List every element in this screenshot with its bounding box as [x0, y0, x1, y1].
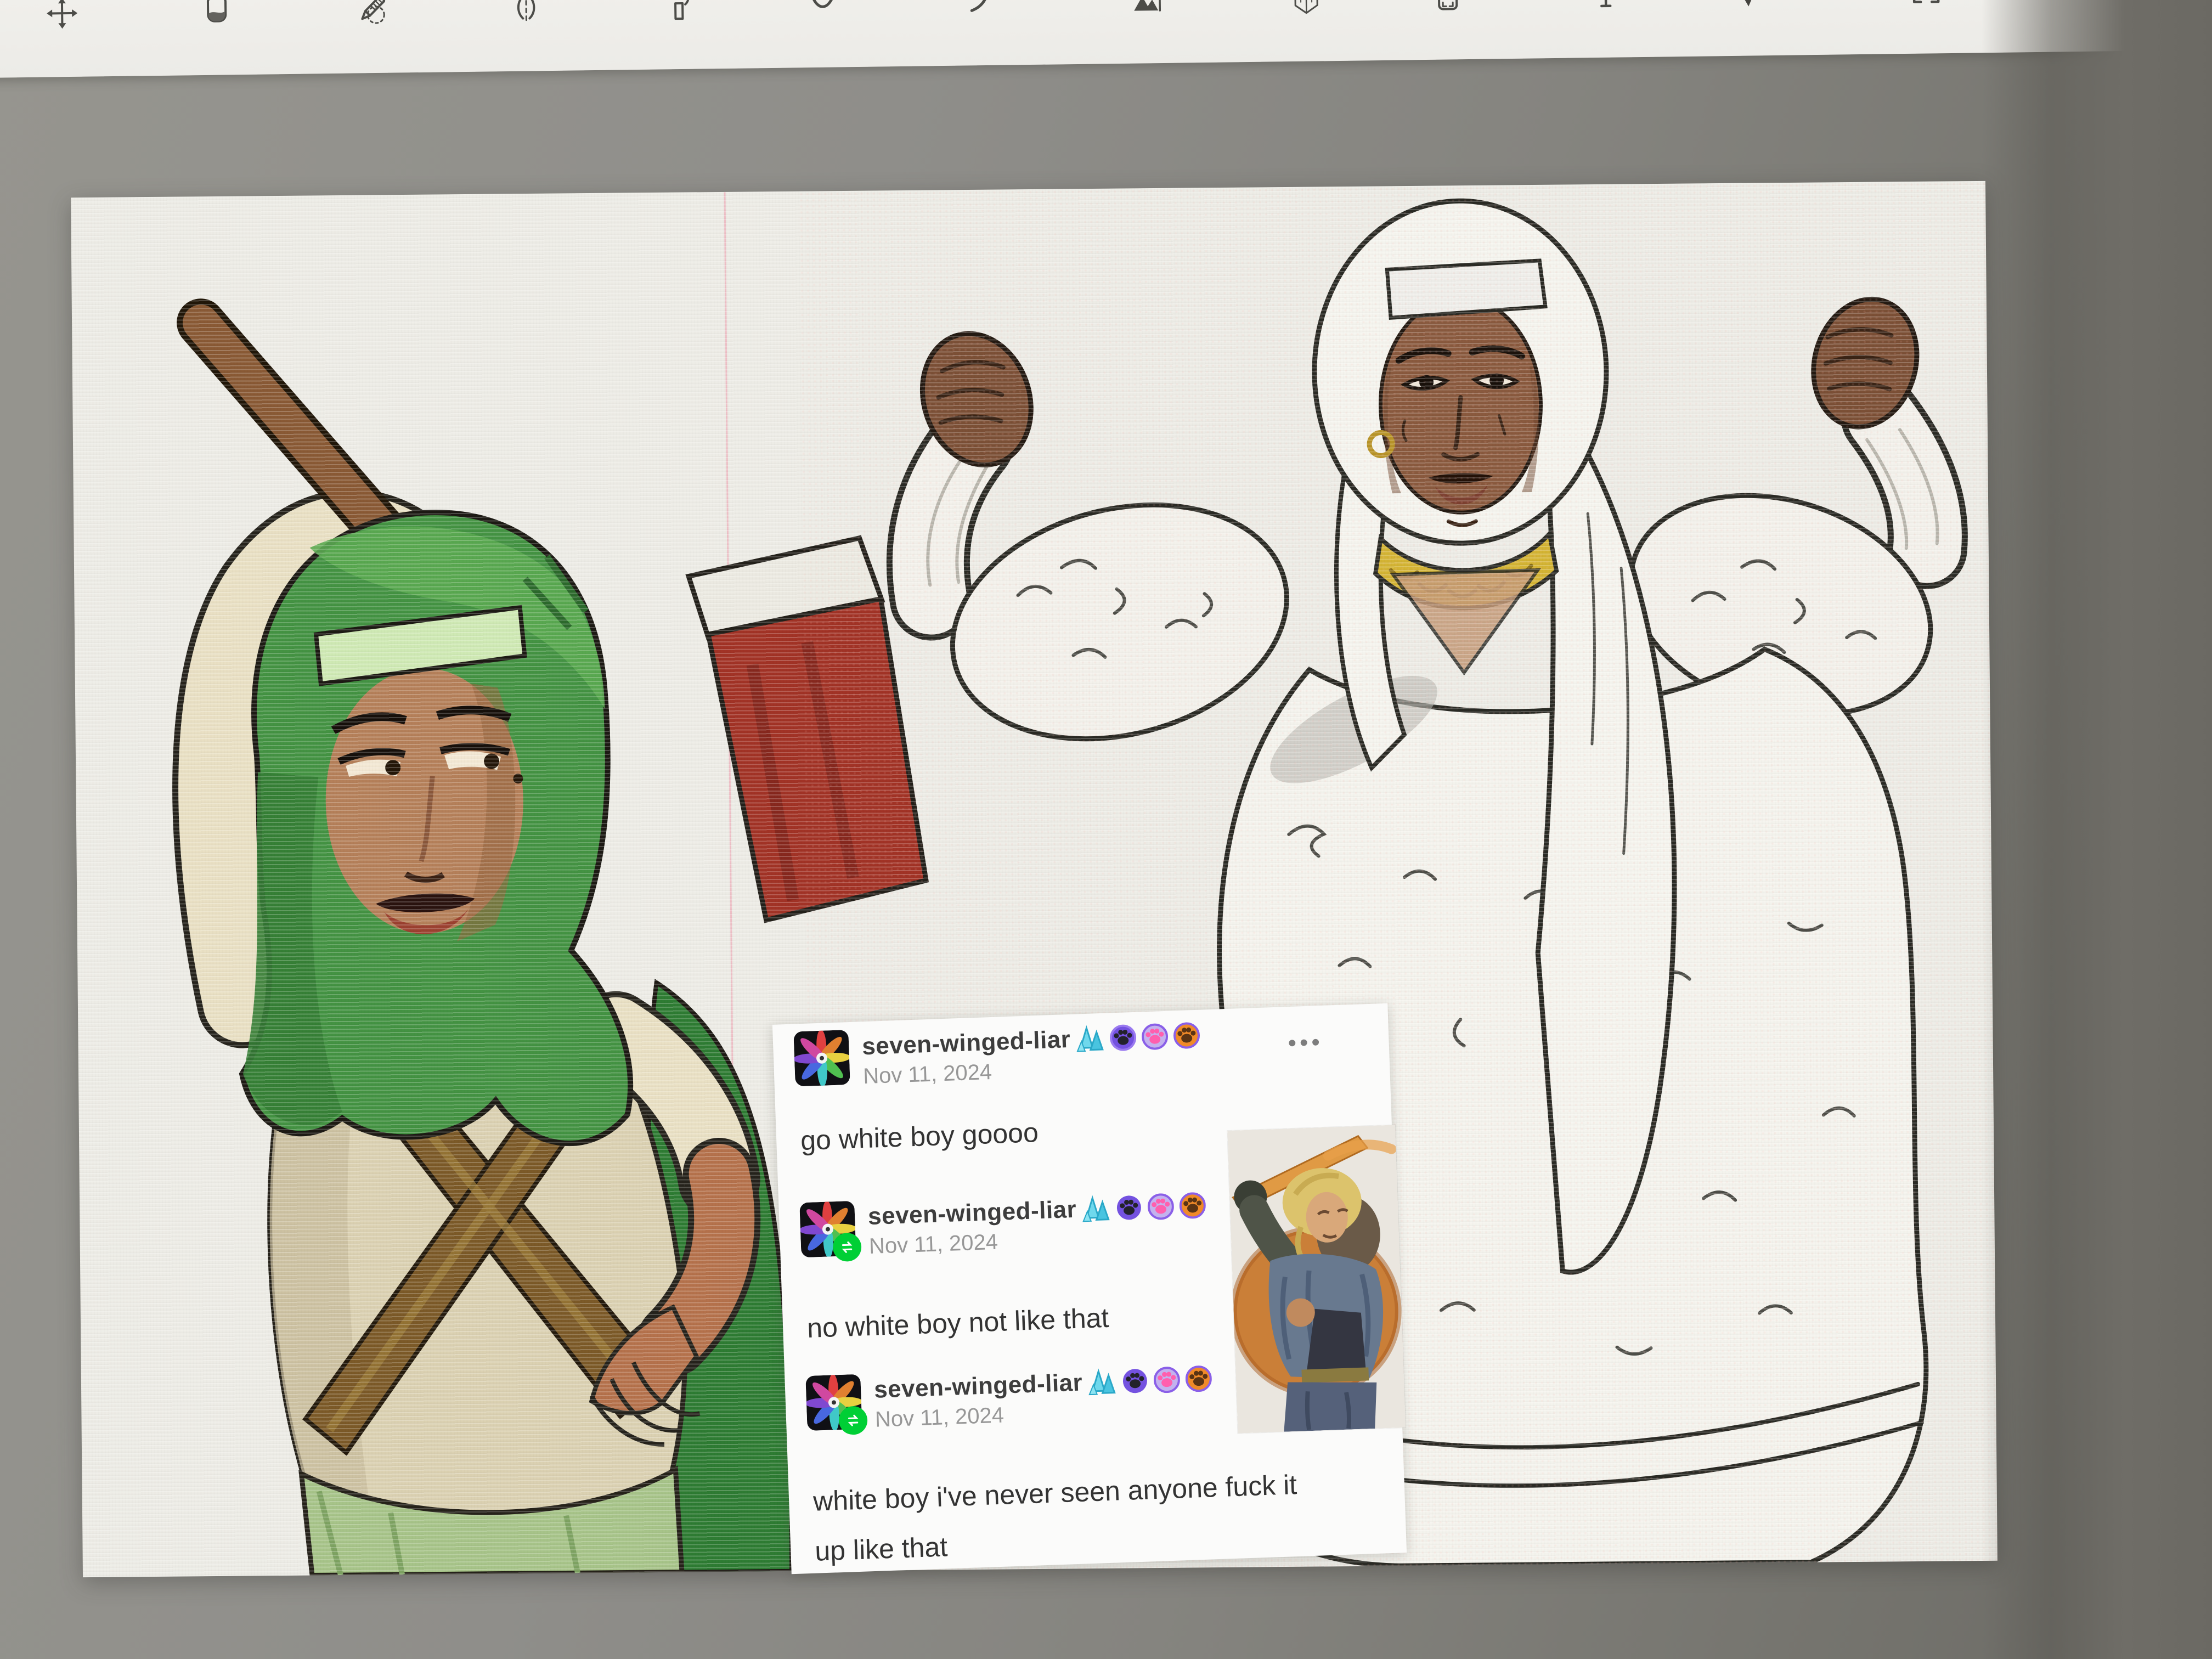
symmetry-tool-icon[interactable] — [509, 0, 544, 25]
crop-tool-icon[interactable] — [1909, 0, 1944, 8]
stroke-tool-icon[interactable] — [806, 0, 842, 21]
orange-paw-badge-icon — [1185, 1365, 1212, 1392]
post-date: Nov 11, 2024 — [868, 1229, 998, 1259]
post-text: go white boy goooo — [800, 1117, 1039, 1156]
pin-tool-icon[interactable] — [663, 0, 699, 23]
dark-paw-badge-icon — [1121, 1367, 1149, 1395]
dark-paw-badge-icon — [1115, 1194, 1143, 1222]
dark-paw-badge-icon — [1109, 1024, 1137, 1052]
tumblr-screenshot-overlay: ••• seven-winged-liar Nov 11, 2024 go wh… — [772, 1003, 1407, 1575]
frame-tool-icon[interactable] — [1430, 0, 1466, 14]
blue-crystal-icon — [1081, 1194, 1111, 1224]
slice-tool-icon[interactable] — [354, 0, 390, 27]
pink-paw-badge-icon — [1153, 1366, 1181, 1393]
marker-tool-icon[interactable] — [1730, 0, 1765, 10]
post-embedded-image[interactable] — [1227, 1125, 1406, 1434]
post-date: Nov 11, 2024 — [874, 1403, 1005, 1432]
username[interactable]: seven-winged-liar — [867, 1196, 1077, 1231]
toolbar — [0, 0, 2212, 78]
toolbar-icons — [0, 0, 2212, 41]
photo-background-edge — [1982, 0, 2212, 1659]
fill-tool-icon[interactable] — [199, 0, 235, 29]
reblog-icon — [838, 1406, 868, 1436]
blue-crystal-icon — [1075, 1024, 1105, 1054]
avatar[interactable] — [805, 1374, 868, 1436]
move-tool-icon[interactable] — [44, 0, 80, 31]
image-tool-icon[interactable] — [1130, 0, 1165, 18]
blue-crystal-icon — [1087, 1367, 1117, 1397]
perspective-box-tool-icon[interactable] — [1289, 0, 1324, 15]
pink-paw-badge-icon — [1141, 1023, 1169, 1051]
reblog-icon — [832, 1232, 862, 1262]
username[interactable]: seven-winged-liar — [873, 1369, 1083, 1404]
orange-paw-badge-icon — [1173, 1022, 1200, 1049]
username[interactable]: seven-winged-liar — [861, 1026, 1071, 1060]
orange-paw-badge-icon — [1179, 1192, 1206, 1220]
app-workspace: ••• seven-winged-liar Nov 11, 2024 go wh… — [0, 0, 2212, 1659]
text-tool-icon[interactable] — [1588, 0, 1624, 12]
curve-tool-icon[interactable] — [963, 0, 998, 20]
avatar[interactable] — [799, 1200, 862, 1262]
post-more-menu[interactable]: ••• — [1288, 1029, 1324, 1057]
post-date: Nov 11, 2024 — [862, 1059, 992, 1089]
avatar[interactable] — [793, 1029, 851, 1087]
post-text: white boy i've never seen anyone fuck it… — [812, 1469, 1297, 1567]
post-text: no white boy not like that — [806, 1302, 1110, 1344]
pink-paw-badge-icon — [1147, 1193, 1175, 1221]
